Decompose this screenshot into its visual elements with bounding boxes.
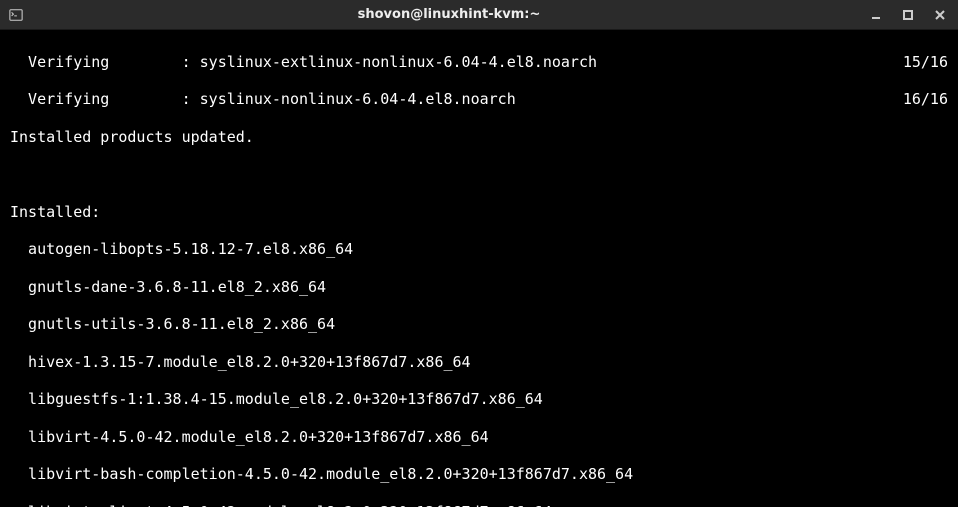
installed-package: hivex-1.3.15-7.module_el8.2.0+320+13f867… [10, 353, 948, 372]
installed-package: gnutls-dane-3.6.8-11.el8_2.x86_64 [10, 278, 948, 297]
close-button[interactable] [930, 5, 950, 25]
installed-package: gnutls-utils-3.6.8-11.el8_2.x86_64 [10, 315, 948, 334]
installed-package: libguestfs-1:1.38.4-15.module_el8.2.0+32… [10, 390, 948, 409]
blank-line [10, 165, 948, 184]
verify-row: Verifying : syslinux-nonlinux-6.04-4.el8… [10, 90, 948, 109]
verify-count: 16/16 [903, 90, 948, 109]
terminal-window: shovon@linuxhint-kvm:~ Verifying : sysli… [0, 0, 958, 507]
installed-package: libvirt-client-4.5.0-42.module_el8.2.0+3… [10, 503, 948, 507]
window-controls [866, 5, 950, 25]
verify-label: Verifying : [10, 90, 200, 109]
terminal-output[interactable]: Verifying : syslinux-extlinux-nonlinux-6… [0, 30, 958, 507]
minimize-button[interactable] [866, 5, 886, 25]
titlebar: shovon@linuxhint-kvm:~ [0, 0, 958, 30]
verify-row: Verifying : syslinux-extlinux-nonlinux-6… [10, 53, 948, 72]
installed-package: autogen-libopts-5.18.12-7.el8.x86_64 [10, 240, 948, 259]
maximize-button[interactable] [898, 5, 918, 25]
verify-count: 15/16 [903, 53, 948, 72]
installed-package: libvirt-4.5.0-42.module_el8.2.0+320+13f8… [10, 428, 948, 447]
installed-header: Installed: [10, 203, 948, 222]
verify-package: syslinux-nonlinux-6.04-4.el8.noarch [200, 90, 903, 109]
window-title: shovon@linuxhint-kvm:~ [32, 7, 866, 22]
terminal-icon [8, 7, 24, 23]
verify-label: Verifying : [10, 53, 200, 72]
installed-package: libvirt-bash-completion-4.5.0-42.module_… [10, 465, 948, 484]
updated-line: Installed products updated. [10, 128, 948, 147]
verify-package: syslinux-extlinux-nonlinux-6.04-4.el8.no… [200, 53, 903, 72]
